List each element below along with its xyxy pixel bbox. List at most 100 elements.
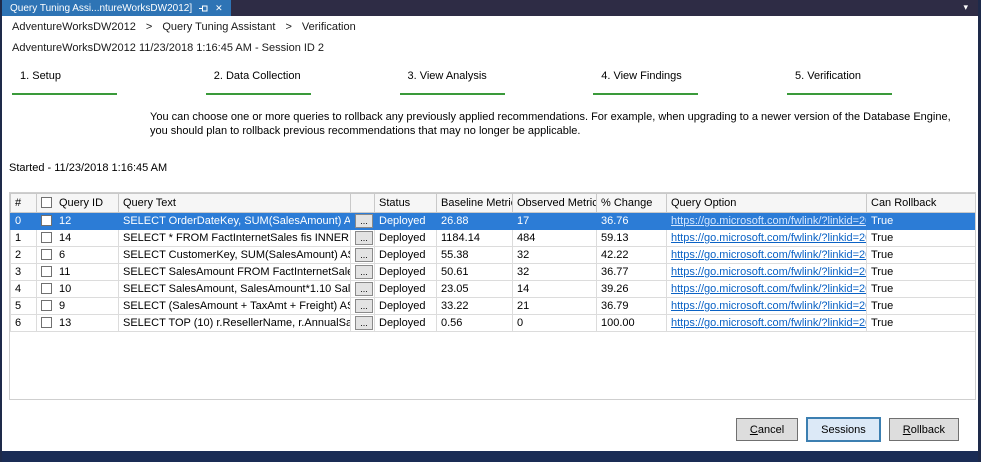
baseline-metric-cell: 26.88 [436, 212, 513, 230]
breadcrumb-item-assistant[interactable]: Query Tuning Assistant [162, 21, 275, 33]
query-text-cell: SELECT TOP (10) r.ResellerName, r.Annual… [118, 314, 351, 332]
table-row[interactable]: 6 13 SELECT TOP (10) r.ResellerName, r.A… [10, 314, 975, 332]
observed-metric-cell: 484 [512, 229, 597, 247]
options-cell: ... [350, 263, 375, 281]
query-option-cell: https://go.microsoft.com/fwlink/?linkid=… [666, 212, 867, 230]
row-options-button[interactable]: ... [355, 299, 373, 313]
observed-metric-cell: 32 [512, 263, 597, 281]
baseline-metric-cell: 50.61 [436, 263, 513, 281]
col-query-text[interactable]: Query Text [118, 193, 351, 213]
step-verification[interactable]: 5. Verification [787, 70, 892, 95]
row-number-cell: 0 [10, 212, 37, 230]
query-option-link[interactable]: https://go.microsoft.com/fwlink/?linkid=… [671, 317, 866, 329]
baseline-metric-cell: 55.38 [436, 246, 513, 264]
options-cell: ... [350, 229, 375, 247]
grid-body: 0 12 SELECT OrderDateKey, SUM(SalesAmoun… [10, 212, 975, 332]
col-baseline-metric[interactable]: Baseline Metric [436, 193, 513, 213]
row-checkbox[interactable] [41, 249, 52, 260]
row-options-button[interactable]: ... [355, 248, 373, 262]
table-row[interactable]: 3 11 SELECT SalesAmount FROM FactInterne… [10, 263, 975, 281]
col-query-id[interactable]: Query ID [36, 193, 119, 213]
options-cell: ... [350, 246, 375, 264]
row-checkbox[interactable] [41, 232, 52, 243]
row-number-cell: 6 [10, 314, 37, 332]
query-option-link[interactable]: https://go.microsoft.com/fwlink/?linkid=… [671, 215, 866, 227]
row-options-button[interactable]: ... [355, 265, 373, 279]
baseline-metric-cell: 1184.14 [436, 229, 513, 247]
table-row[interactable]: 2 6 SELECT CustomerKey, SUM(SalesAmount)… [10, 246, 975, 264]
pin-icon[interactable] [199, 4, 208, 13]
query-text-cell: SELECT OrderDateKey, SUM(SalesAmount) AS… [118, 212, 351, 230]
row-number-cell: 1 [10, 229, 37, 247]
col-can-rollback[interactable]: Can Rollback [866, 193, 975, 213]
query-option-link[interactable]: https://go.microsoft.com/fwlink/?linkid=… [671, 300, 866, 312]
step-view-analysis[interactable]: 3. View Analysis [399, 70, 505, 95]
status-cell: Deployed [374, 280, 437, 298]
status-cell: Deployed [374, 297, 437, 315]
breadcrumb-separator: > [145, 21, 153, 33]
table-row[interactable]: 4 10 SELECT SalesAmount, SalesAmount*1.1… [10, 280, 975, 298]
document-tab[interactable]: Query Tuning Assi...ntureWorksDW2012] ✕ [2, 0, 231, 16]
col-percent-change[interactable]: % Change [596, 193, 667, 213]
step-progress-line [205, 93, 311, 95]
rollback-button[interactable]: Rollback [888, 418, 959, 441]
baseline-metric-cell: 0.56 [436, 314, 513, 332]
row-number-cell: 5 [10, 297, 37, 315]
query-text-cell: SELECT SalesAmount FROM FactInternetSale… [118, 263, 351, 281]
row-number-cell: 3 [10, 263, 37, 281]
cancel-button[interactable]: Cancel [735, 418, 799, 441]
footer-buttons: Cancel Sessions Rollback [735, 417, 959, 442]
session-title: AdventureWorksDW2012 11/23/2018 1:16:45 … [12, 42, 325, 54]
col-options [350, 193, 375, 213]
table-row[interactable]: 0 12 SELECT OrderDateKey, SUM(SalesAmoun… [10, 212, 975, 230]
step-progress-line [12, 93, 117, 95]
options-cell: ... [350, 280, 375, 298]
row-checkbox[interactable] [41, 317, 52, 328]
wizard-steps: 1. Setup 2. Data Collection 3. View Anal… [12, 70, 892, 95]
query-id-cell: 11 [36, 263, 119, 281]
query-option-link[interactable]: https://go.microsoft.com/fwlink/?linkid=… [671, 249, 866, 261]
query-id-cell: 14 [36, 229, 119, 247]
query-text-cell: SELECT CustomerKey, SUM(SalesAmount) AS … [118, 246, 351, 264]
breadcrumb-item-verification[interactable]: Verification [302, 21, 356, 33]
row-checkbox[interactable] [41, 266, 52, 277]
observed-metric-cell: 32 [512, 246, 597, 264]
row-options-button[interactable]: ... [355, 214, 373, 228]
tab-title: Query Tuning Assi...ntureWorksDW2012] [10, 2, 193, 14]
status-bar [2, 451, 978, 462]
col-observed-metric[interactable]: Observed Metric [512, 193, 597, 213]
col-status[interactable]: Status [374, 193, 437, 213]
options-cell: ... [350, 314, 375, 332]
query-option-link[interactable]: https://go.microsoft.com/fwlink/?linkid=… [671, 266, 866, 278]
sessions-button[interactable]: Sessions [806, 417, 881, 442]
row-checkbox[interactable] [41, 215, 52, 226]
query-option-cell: https://go.microsoft.com/fwlink/?linkid=… [666, 280, 867, 298]
query-option-link[interactable]: https://go.microsoft.com/fwlink/?linkid=… [671, 232, 866, 244]
step-description: You can choose one or more queries to ro… [150, 111, 951, 137]
percent-change-cell: 59.13 [596, 229, 667, 247]
step-data-collection[interactable]: 2. Data Collection [205, 70, 311, 95]
query-text-cell: SELECT * FROM FactInternetSales fis INNE… [118, 229, 351, 247]
table-row[interactable]: 5 9 SELECT (SalesAmount + TaxAmt + Freig… [10, 297, 975, 315]
window-list-caret-icon[interactable]: ▾ [963, 2, 968, 13]
select-all-checkbox[interactable] [41, 197, 52, 208]
close-icon[interactable]: ✕ [215, 3, 223, 13]
options-cell: ... [350, 297, 375, 315]
row-checkbox[interactable] [41, 283, 52, 294]
step-progress-line [593, 93, 699, 95]
query-option-cell: https://go.microsoft.com/fwlink/?linkid=… [666, 246, 867, 264]
row-checkbox[interactable] [41, 300, 52, 311]
breadcrumb-item-database[interactable]: AdventureWorksDW2012 [12, 21, 136, 33]
row-options-button[interactable]: ... [355, 282, 373, 296]
query-option-link[interactable]: https://go.microsoft.com/fwlink/?linkid=… [671, 283, 866, 295]
table-row[interactable]: 1 14 SELECT * FROM FactInternetSales fis… [10, 229, 975, 247]
query-option-cell: https://go.microsoft.com/fwlink/?linkid=… [666, 297, 867, 315]
can-rollback-cell: True [866, 297, 975, 315]
col-row-number[interactable]: # [10, 193, 37, 213]
step-view-findings[interactable]: 4. View Findings [593, 70, 699, 95]
col-query-option[interactable]: Query Option [666, 193, 867, 213]
step-setup[interactable]: 1. Setup [12, 70, 117, 95]
row-options-button[interactable]: ... [355, 316, 373, 330]
observed-metric-cell: 14 [512, 280, 597, 298]
row-options-button[interactable]: ... [355, 231, 373, 245]
